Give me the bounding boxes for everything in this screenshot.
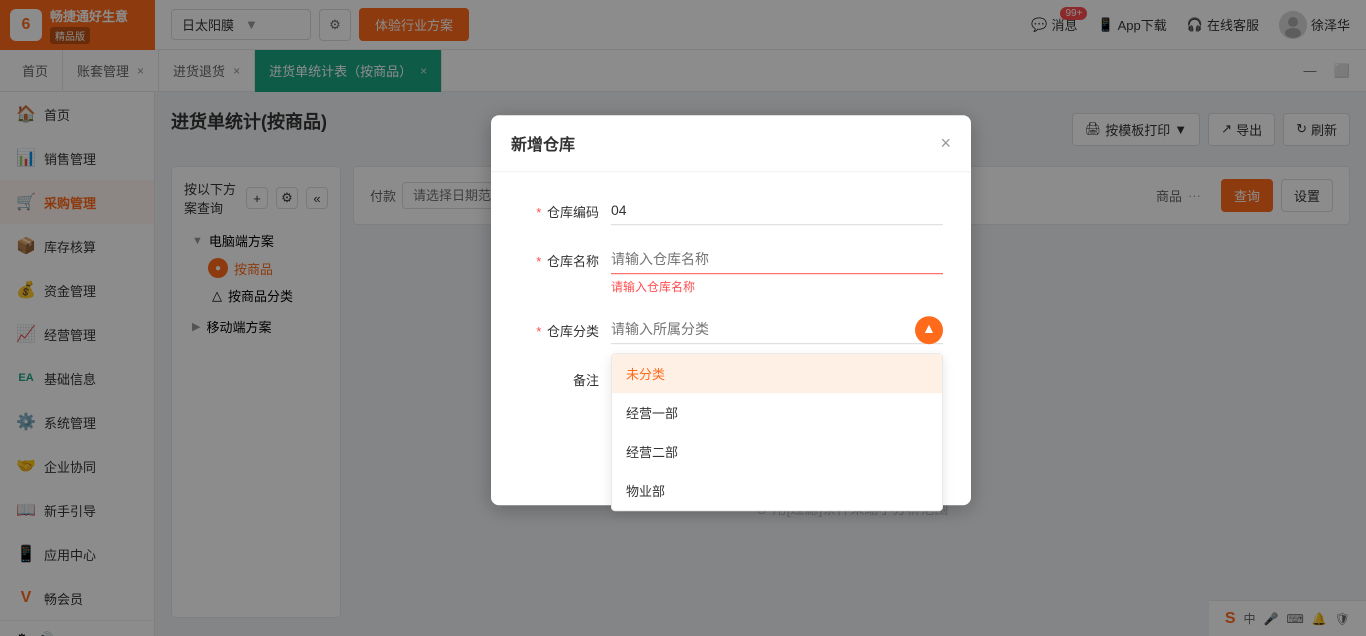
required-star-name: * xyxy=(536,254,541,269)
modal-title: 新增仓库 xyxy=(511,131,575,155)
form-row-code: * 仓库编码 xyxy=(519,196,943,225)
dropdown-item-property[interactable]: 物业部 xyxy=(612,471,942,510)
dropdown-item-dept1[interactable]: 经营一部 xyxy=(612,393,942,432)
form-label-category: * 仓库分类 xyxy=(519,315,599,340)
form-label-name: * 仓库名称 xyxy=(519,245,599,270)
warehouse-name-error: 请输入仓库名称 xyxy=(611,278,943,295)
category-dropdown-list: 未分类 经营一部 经营二部 物业部 xyxy=(611,353,943,511)
modal-header: 新增仓库 × xyxy=(491,115,971,172)
category-input[interactable] xyxy=(611,315,943,344)
form-label-code: * 仓库编码 xyxy=(519,196,599,221)
modal-new-warehouse: 新增仓库 × * 仓库编码 * 仓库名称 请输入仓库名称 xyxy=(491,115,971,505)
form-row-name: * 仓库名称 请输入仓库名称 xyxy=(519,245,943,295)
required-star-category: * xyxy=(536,324,541,339)
chevron-up-icon: ▼ xyxy=(922,322,936,338)
form-row-category: * 仓库分类 ▼ 未分类 经营一部 经营二部 xyxy=(519,315,943,344)
warehouse-code-input[interactable] xyxy=(611,196,943,225)
modal-close-button[interactable]: × xyxy=(940,134,951,152)
form-control-category: ▼ 未分类 经营一部 经营二部 物业部 xyxy=(611,315,943,344)
form-control-code xyxy=(611,196,943,225)
warehouse-name-input[interactable] xyxy=(611,245,943,274)
modal-body: * 仓库编码 * 仓库名称 请输入仓库名称 * 仓库分类 xyxy=(491,172,971,437)
form-control-name: 请输入仓库名称 xyxy=(611,245,943,295)
category-dropdown-toggle[interactable]: ▼ xyxy=(915,316,943,344)
form-label-remark: 备注 xyxy=(519,364,599,389)
dropdown-item-dept2[interactable]: 经营二部 xyxy=(612,432,942,471)
required-star-code: * xyxy=(536,205,541,220)
dropdown-item-uncategorized[interactable]: 未分类 xyxy=(612,354,942,393)
